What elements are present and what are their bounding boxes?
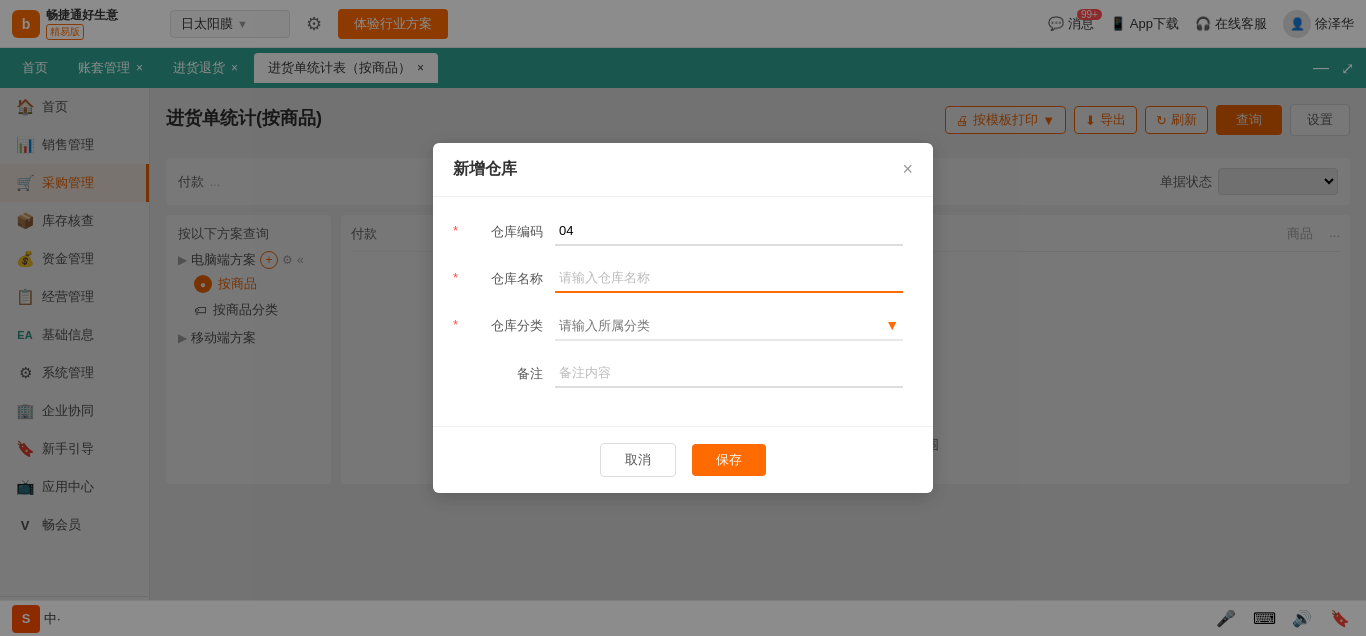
warehouse-code-row: 仓库编码 <box>463 217 903 246</box>
warehouse-code-label: 仓库编码 <box>463 223 543 241</box>
warehouse-code-input[interactable] <box>555 217 903 246</box>
warehouse-name-input[interactable] <box>555 264 903 293</box>
warehouse-remark-label: 备注 <box>463 365 543 383</box>
dialog-header: 新增仓库 × <box>433 143 933 197</box>
warehouse-category-row: 仓库分类 ▼ <box>463 311 903 341</box>
chevron-down-icon: ▼ <box>885 317 899 333</box>
new-warehouse-dialog: 新增仓库 × 仓库编码 仓库名称 仓库分类 ▼ 备注 取消 保存 <box>433 143 933 493</box>
save-button[interactable]: 保存 <box>692 444 766 476</box>
warehouse-category-input[interactable] <box>559 318 885 333</box>
cancel-button[interactable]: 取消 <box>600 443 676 477</box>
dialog-title: 新增仓库 <box>453 159 517 180</box>
warehouse-remark-row: 备注 <box>463 359 903 388</box>
dialog-footer: 取消 保存 <box>433 426 933 493</box>
dialog-close-button[interactable]: × <box>902 159 913 180</box>
warehouse-category-select[interactable]: ▼ <box>555 311 903 341</box>
warehouse-category-label: 仓库分类 <box>463 317 543 335</box>
dialog-body: 仓库编码 仓库名称 仓库分类 ▼ 备注 <box>433 197 933 426</box>
warehouse-remark-input[interactable] <box>555 359 903 388</box>
warehouse-name-label: 仓库名称 <box>463 270 543 288</box>
warehouse-name-row: 仓库名称 <box>463 264 903 293</box>
